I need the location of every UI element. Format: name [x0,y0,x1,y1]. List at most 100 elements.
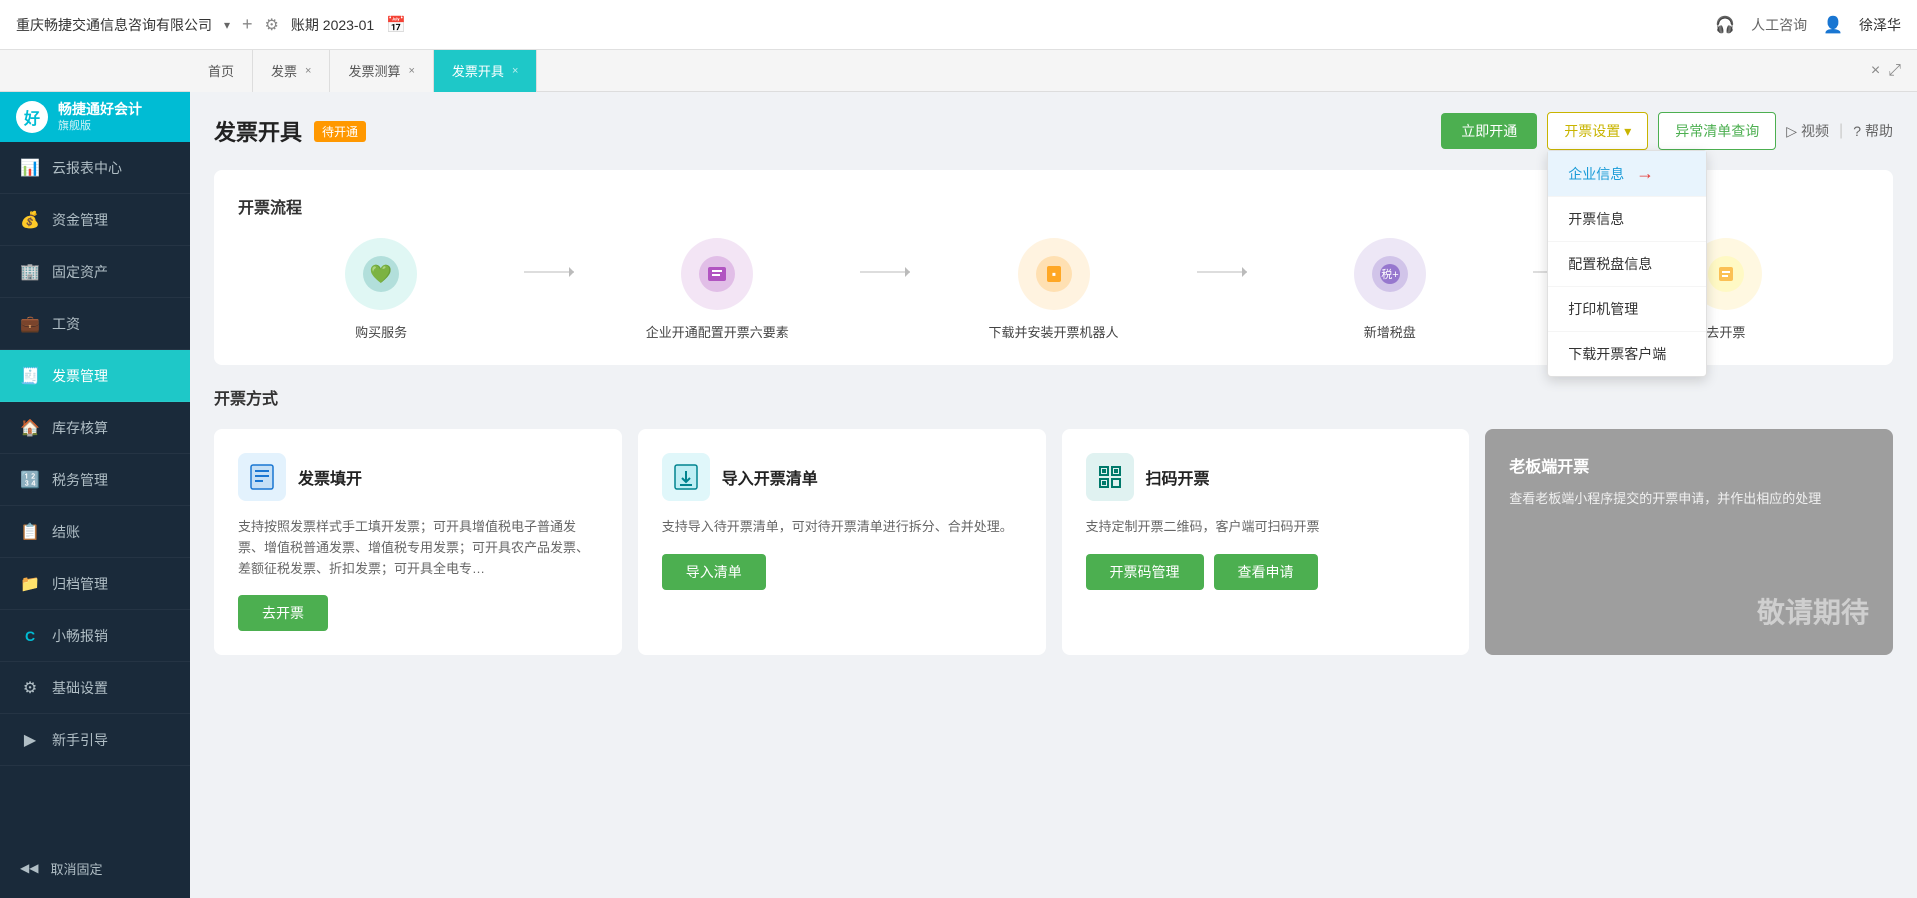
tab-bar: 首页 发票 × 发票测算 × 发票开具 × × ⤢ [0,50,1917,92]
sidebar-item-funds[interactable]: 💰 资金管理 [0,194,190,246]
settings-btn-label: 开票设置 [1564,121,1620,141]
flow-step-2-icon [681,238,753,310]
basic-settings-icon: ⚙ [20,678,40,698]
sidebar-item-archive-label: 归档管理 [52,574,108,594]
help-button[interactable]: ? 帮助 [1853,121,1893,141]
sidebar-item-archive[interactable]: 📁 归档管理 [0,558,190,610]
sidebar-bottom: ◀◀ 取消固定 [0,846,190,898]
sidebar-item-settlement-label: 结账 [52,522,80,542]
sidebar-item-tax[interactable]: 🔢 税务管理 [0,454,190,506]
tab-invoice[interactable]: 发票 × [253,50,330,92]
boss-invoice-title: 老板端开票 [1509,453,1869,477]
sidebar-item-inventory-label: 库存核算 [52,418,108,438]
sidebar-item-invoice-label: 发票管理 [52,366,108,386]
settings-icon[interactable]: ⚙ [265,15,279,35]
sidebar-item-settlement[interactable]: 📋 结账 [0,506,190,558]
svg-text:税+: 税+ [1381,267,1398,281]
archive-icon: 📁 [20,574,40,594]
support-label[interactable]: 人工咨询 [1751,15,1807,35]
unpin-icon: ◀◀ [20,861,38,875]
sidebar-unpin[interactable]: ◀◀ 取消固定 [0,846,190,890]
import-invoice-desc: 支持导入待开票清单，可对待开票清单进行拆分、合并处理。 [662,517,1022,538]
sidebar-item-payroll-label: 工资 [52,314,80,334]
tab-invoice-issue[interactable]: 发票开具 × [434,50,537,92]
sidebar-item-guide[interactable]: ▶ 新手引导 [0,714,190,766]
page-title: 发票开具 [214,115,302,147]
menu-item-company-info[interactable]: 企业信息 → [1548,151,1706,197]
tab-bar-close-icon[interactable]: × [1871,62,1880,80]
scan-invoice-header: 扫码开票 [1086,453,1446,501]
tab-bar-maximize-icon[interactable]: ⤢ [1888,62,1901,80]
flow-step-3: ▪ 下载并安装开票机器人 [910,238,1196,341]
tab-home[interactable]: 首页 [190,50,253,92]
user-avatar-icon: 👤 [1823,15,1843,35]
menu-item-printer[interactable]: 打印机管理 [1548,287,1706,332]
logo-text-area: 畅捷通好会计 旗舰版 [58,101,142,134]
calendar-icon[interactable]: 📅 [386,15,406,35]
tab-invoice-calc[interactable]: 发票测算 × [330,50,433,92]
scan-invoice-apply-btn[interactable]: 查看申请 [1214,554,1318,590]
import-invoice-icon [662,453,710,501]
tax-config-label: 配置税盘信息 [1568,256,1652,272]
menu-item-invoice-info[interactable]: 开票信息 [1548,197,1706,242]
methods-grid: 发票填开 支持按照发票样式手工填开发票；可开具增值税电子普通发票、增值税普通发票… [214,429,1893,655]
invoice-info-label: 开票信息 [1568,211,1624,227]
flow-connector-2 [860,271,910,273]
guide-icon: ▶ [20,730,40,750]
main-content: 发票开具 待开通 立即开通 开票设置 ▾ 企业信息 → [190,92,1917,898]
sidebar-item-xiaochang-label: 小畅报销 [52,626,108,646]
fill-invoice-btn[interactable]: 去开票 [238,595,328,631]
import-invoice-title: 导入开票清单 [722,465,818,489]
tax-icon: 🔢 [20,470,40,490]
svg-text:▪: ▪ [1051,267,1055,281]
tab-home-label: 首页 [208,61,234,80]
settings-dropdown-arrow: ▾ [1624,123,1631,140]
flow-step-5-label: 去开票 [1706,322,1745,341]
divider: | [1839,122,1843,140]
company-name[interactable]: 重庆畅捷交通信息咨询有限公司 [16,15,212,35]
flow-connector-3 [1197,271,1247,273]
sidebar-item-cloud-report[interactable]: 📊 云报表中心 [0,142,190,194]
tab-invoice-issue-label: 发票开具 [452,61,504,80]
fill-invoice-icon [238,453,286,501]
tab-invoice-calc-close[interactable]: × [408,65,414,77]
video-button[interactable]: ▷ 视频 [1786,121,1829,141]
import-invoice-btn[interactable]: 导入清单 [662,554,766,590]
download-client-label: 下载开票客户端 [1568,346,1666,362]
sidebar-item-xiaochang[interactable]: C 小畅报销 [0,610,190,662]
sidebar-item-fixed-assets[interactable]: 🏢 固定资产 [0,246,190,298]
flow-step-3-label: 下载并安装开票机器人 [989,322,1119,341]
flow-step-2: 企业开通配置开票六要素 [574,238,860,341]
company-dropdown-icon[interactable]: ▾ [224,18,230,32]
menu-item-download-client[interactable]: 下载开票客户端 [1548,332,1706,376]
tab-invoice-issue-close[interactable]: × [512,65,518,77]
anomaly-button[interactable]: 异常清单查询 [1658,112,1776,150]
sidebar-item-inventory[interactable]: 🏠 库存核算 [0,402,190,454]
sidebar-item-payroll[interactable]: 💼 工资 [0,298,190,350]
method-card-fill-invoice: 发票填开 支持按照发票样式手工填开发票；可开具增值税电子普通发票、增值税普通发票… [214,429,622,655]
sidebar-item-cloud-report-label: 云报表中心 [52,158,122,178]
payroll-icon: 💼 [20,314,40,334]
sidebar: 好 畅捷通好会计 旗舰版 📊 云报表中心 💰 资金管理 🏢 固定资产 💼 工资 … [0,92,190,898]
import-invoice-header: 导入开票清单 [662,453,1022,501]
inventory-icon: 🏠 [20,418,40,438]
xiaochang-icon: C [20,626,40,646]
settings-button[interactable]: 开票设置 ▾ [1547,112,1648,150]
scan-invoice-desc: 支持定制开票二维码，客户端可扫码开票 [1086,517,1446,538]
menu-item-tax-config[interactable]: 配置税盘信息 [1548,242,1706,287]
status-badge: 待开通 [314,121,366,142]
red-arrow-icon: → [1636,163,1654,184]
scan-invoice-manage-btn[interactable]: 开票码管理 [1086,554,1204,590]
video-label: 视频 [1801,121,1829,141]
printer-label: 打印机管理 [1568,301,1638,317]
add-tab-icon[interactable]: + [242,14,253,35]
activate-button[interactable]: 立即开通 [1441,113,1537,149]
logo-title: 畅捷通好会计 [58,101,142,118]
method-card-import-invoice: 导入开票清单 支持导入待开票清单，可对待开票清单进行拆分、合并处理。 导入清单 [638,429,1046,655]
flow-step-1-label: 购买服务 [355,322,407,341]
top-bar: 重庆畅捷交通信息咨询有限公司 ▾ + ⚙ 账期 2023-01 📅 🎧 人工咨询… [0,0,1917,50]
tab-invoice-close[interactable]: × [305,65,311,77]
sidebar-item-invoice[interactable]: 🧾 发票管理 [0,350,190,402]
sidebar-item-basic-settings[interactable]: ⚙ 基础设置 [0,662,190,714]
flow-step-4-label: 新增税盘 [1364,322,1416,341]
